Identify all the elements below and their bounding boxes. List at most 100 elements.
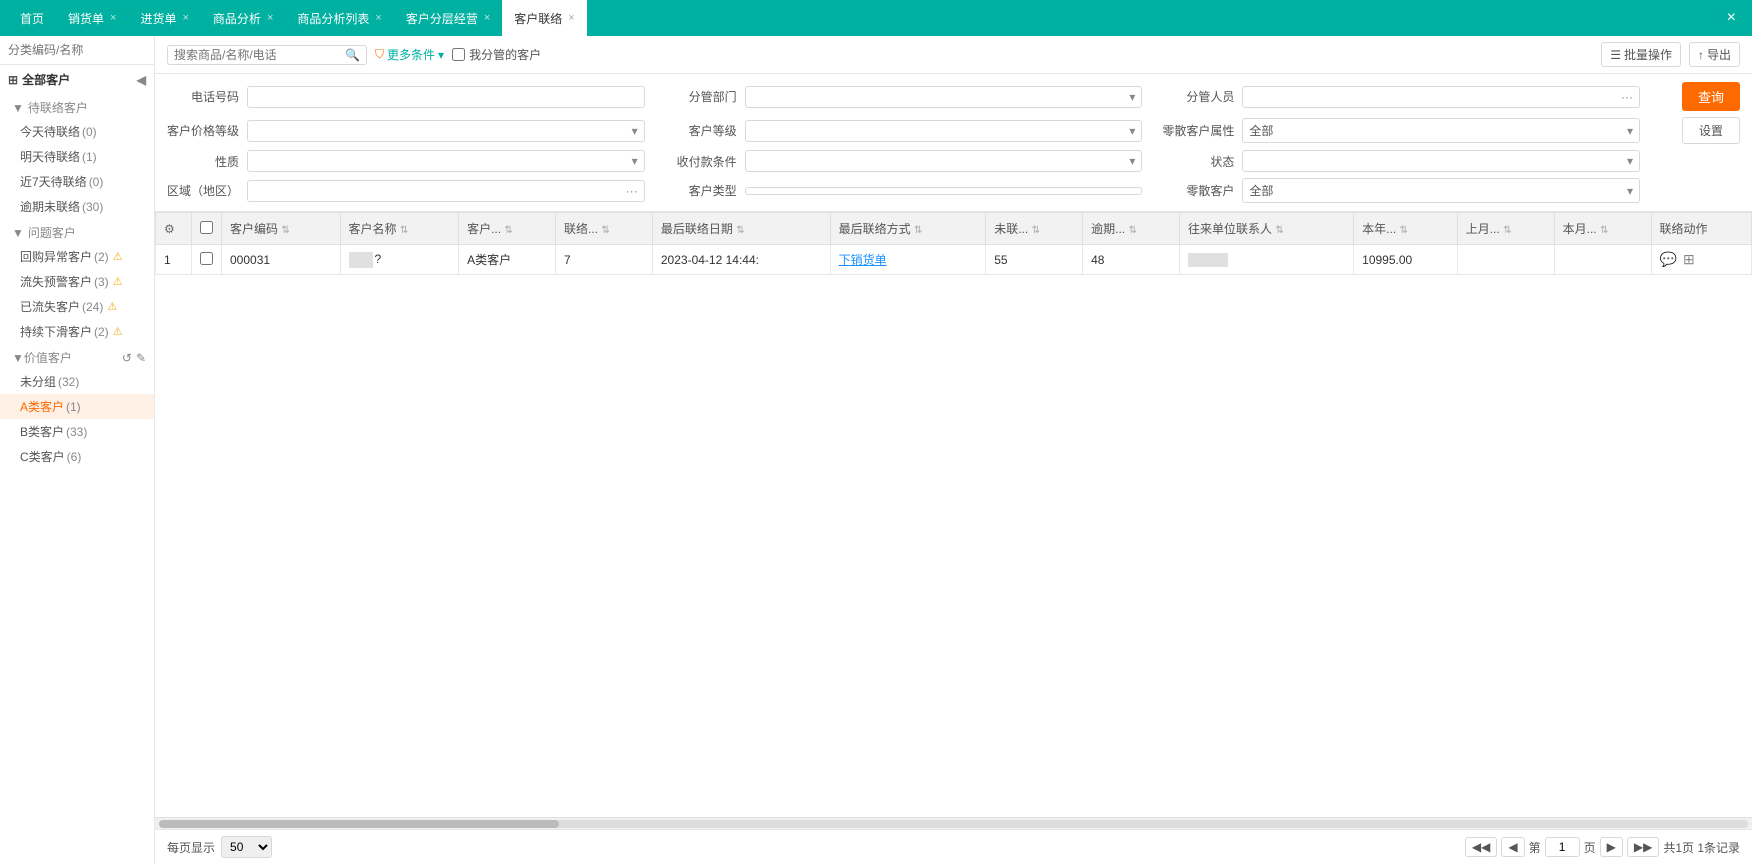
nav-tab-customer-tier[interactable]: 客户分层经营 × [394,0,502,36]
more-conditions-button[interactable]: ⛉ 更多条件 ▾ [375,46,444,63]
close-icon[interactable]: × [267,12,273,24]
nav-tab-sales[interactable]: 销货单 × [56,0,128,36]
sidebar-search-input[interactable] [8,43,155,57]
problem-group-label[interactable]: ▼ 问题客户 [0,219,154,244]
content-area: 🔍 ⛉ 更多条件 ▾ 我分管的客户 ☰ 批量操作 ↑ 导出 [155,36,1752,864]
customer-level-select[interactable]: ▾ [745,120,1143,142]
last-method-link[interactable]: 下销货单 [839,253,887,267]
th-last-method[interactable]: 最后联络方式 ⇅ [830,213,986,245]
sidebar-item-repurchase-abnormal[interactable]: 回购异常客户(2) ⚠ [0,244,154,269]
th-type[interactable]: 客户... ⇅ [459,213,556,245]
first-page-button[interactable]: ◀◀ [1465,837,1497,857]
row-select-checkbox[interactable] [200,252,213,265]
th-name[interactable]: 客户名称 ⇅ [340,213,459,245]
nav-tab-customer-contact[interactable]: 客户联络 × [502,0,586,36]
row-this-month [1554,245,1651,275]
close-icon[interactable]: × [110,12,116,24]
th-not-contacted[interactable]: 未联... ⇅ [986,213,1083,245]
close-icon[interactable]: × [568,12,574,24]
phone-input[interactable] [247,86,645,108]
price-level-select[interactable]: ▾ [247,120,645,142]
th-this-year[interactable]: 本年... ⇅ [1354,213,1458,245]
nav-tab-product-analysis[interactable]: 商品分析 × [201,0,285,36]
close-icon[interactable]: × [375,12,381,24]
sidebar-item-b-class[interactable]: B类客户(33) [0,419,154,444]
th-last-month[interactable]: 上月... ⇅ [1457,213,1554,245]
pending-group-label[interactable]: ▼ 待联络客户 [0,94,154,119]
window-close-button[interactable]: × [1719,5,1744,31]
scroll-thumb[interactable] [159,820,559,828]
th-this-month[interactable]: 本月... ⇅ [1554,213,1651,245]
last-page-button[interactable]: ▶▶ [1627,837,1659,857]
nav-tab-purchase[interactable]: 进货单 × [128,0,200,36]
value-group-label[interactable]: ▼ 价值客户 ↺ ✎ [0,344,154,369]
gear-icon[interactable]: ⚙ [164,222,175,236]
all-customers-header[interactable]: ⊞ 全部客户 ◀ [0,65,154,94]
select-all-checkbox[interactable] [200,221,213,234]
sidebar-item-declining[interactable]: 持续下滑客户(2) ⚠ [0,319,154,344]
top-nav: 首页 销货单 × 进货单 × 商品分析 × 商品分析列表 × 客户分层经营 × … [0,0,1752,36]
more-icon[interactable]: ··· [626,184,638,198]
customer-type-field: 客户类型 [665,182,1143,199]
retail-customer-select[interactable]: 全部 ▾ [1242,178,1640,203]
nav-tab-home[interactable]: 首页 [8,0,56,36]
sort-icon: ⇅ [400,225,408,236]
scroll-track [159,820,1748,828]
sidebar-item-unclassified[interactable]: 未分组(32) [0,369,154,394]
batch-operation-button[interactable]: ☰ 批量操作 [1601,42,1681,67]
nature-field: 性质 ▾ [167,150,645,172]
nature-select[interactable]: ▾ [247,150,645,172]
dept-field: 分管部门 ▾ [665,86,1143,108]
search-icon[interactable]: 🔍 [345,48,360,62]
sidebar-collapse-icon[interactable]: ◀ [137,73,146,87]
close-icon[interactable]: × [182,12,188,24]
chat-icon[interactable]: 💬 [1660,251,1677,268]
retail-attr-select[interactable]: 全部 ▾ [1242,118,1640,143]
qr-icon[interactable]: ⊞ [1683,251,1695,268]
manager-select[interactable]: ··· [1242,86,1640,108]
payment-select[interactable]: ▾ [745,150,1143,172]
page-size-selector: 每页显示 50 100 200 [167,836,272,858]
close-icon[interactable]: × [484,12,490,24]
sidebar-item-a-class[interactable]: A类客户(1) [0,394,154,419]
more-icon[interactable]: ··· [1621,90,1633,104]
th-contact[interactable]: 联络... ⇅ [555,213,652,245]
sidebar-item-today-pending[interactable]: 今天待联络(0) [0,119,154,144]
th-code[interactable]: 客户编码 ⇅ [222,213,341,245]
customer-type-select[interactable] [745,187,1143,195]
sidebar-item-c-class[interactable]: C类客户(6) [0,444,154,469]
dept-select[interactable]: ▾ [745,86,1143,108]
page-number-input[interactable] [1545,837,1580,857]
th-last-date[interactable]: 最后联络日期 ⇅ [652,213,830,245]
sidebar-item-7days-pending[interactable]: 近7天待联络(0) [0,169,154,194]
my-customers-check[interactable] [452,48,465,61]
th-overdue[interactable]: 逾期... ⇅ [1083,213,1180,245]
th-unit-contact[interactable]: 往来单位联系人 ⇅ [1180,213,1354,245]
page-size-select[interactable]: 50 100 200 [221,836,272,858]
next-page-button[interactable]: ▶ [1600,837,1623,857]
chevron-down-icon: ▾ [1627,184,1633,198]
warning-icon: ⚠ [113,250,123,263]
payment-field: 收付款条件 ▾ [665,150,1143,172]
query-button[interactable]: 查询 [1682,82,1740,111]
status-select[interactable]: ▾ [1242,150,1640,172]
my-customers-checkbox[interactable]: 我分管的客户 [452,46,541,63]
sort-icon: ⇅ [281,225,289,236]
sort-icon: ⇅ [1400,225,1408,236]
sidebar-item-tomorrow-pending[interactable]: 明天待联络(1) [0,144,154,169]
sidebar-item-churned[interactable]: 已流失客户(24) ⚠ [0,294,154,319]
customer-level-field: 客户等级 ▾ [665,120,1143,142]
region-select[interactable]: ··· [247,180,645,202]
sidebar-item-overdue-contact[interactable]: 逾期未联络(30) [0,194,154,219]
export-button[interactable]: ↑ 导出 [1689,42,1740,67]
setting-button[interactable]: 设置 [1682,117,1740,144]
row-contact: 7 [555,245,652,275]
refresh-icon[interactable]: ↺ [122,351,132,365]
nav-tab-product-list[interactable]: 商品分析列表 × [285,0,393,36]
horizontal-scrollbar[interactable] [155,817,1752,829]
prev-page-button[interactable]: ◀ [1501,837,1524,857]
edit-icon[interactable]: ✎ [136,351,146,365]
sidebar-item-churn-warning[interactable]: 流失预警客户(3) ⚠ [0,269,154,294]
filter-search-input[interactable] [174,48,345,62]
arrow-down-icon: ▼ [12,351,24,365]
